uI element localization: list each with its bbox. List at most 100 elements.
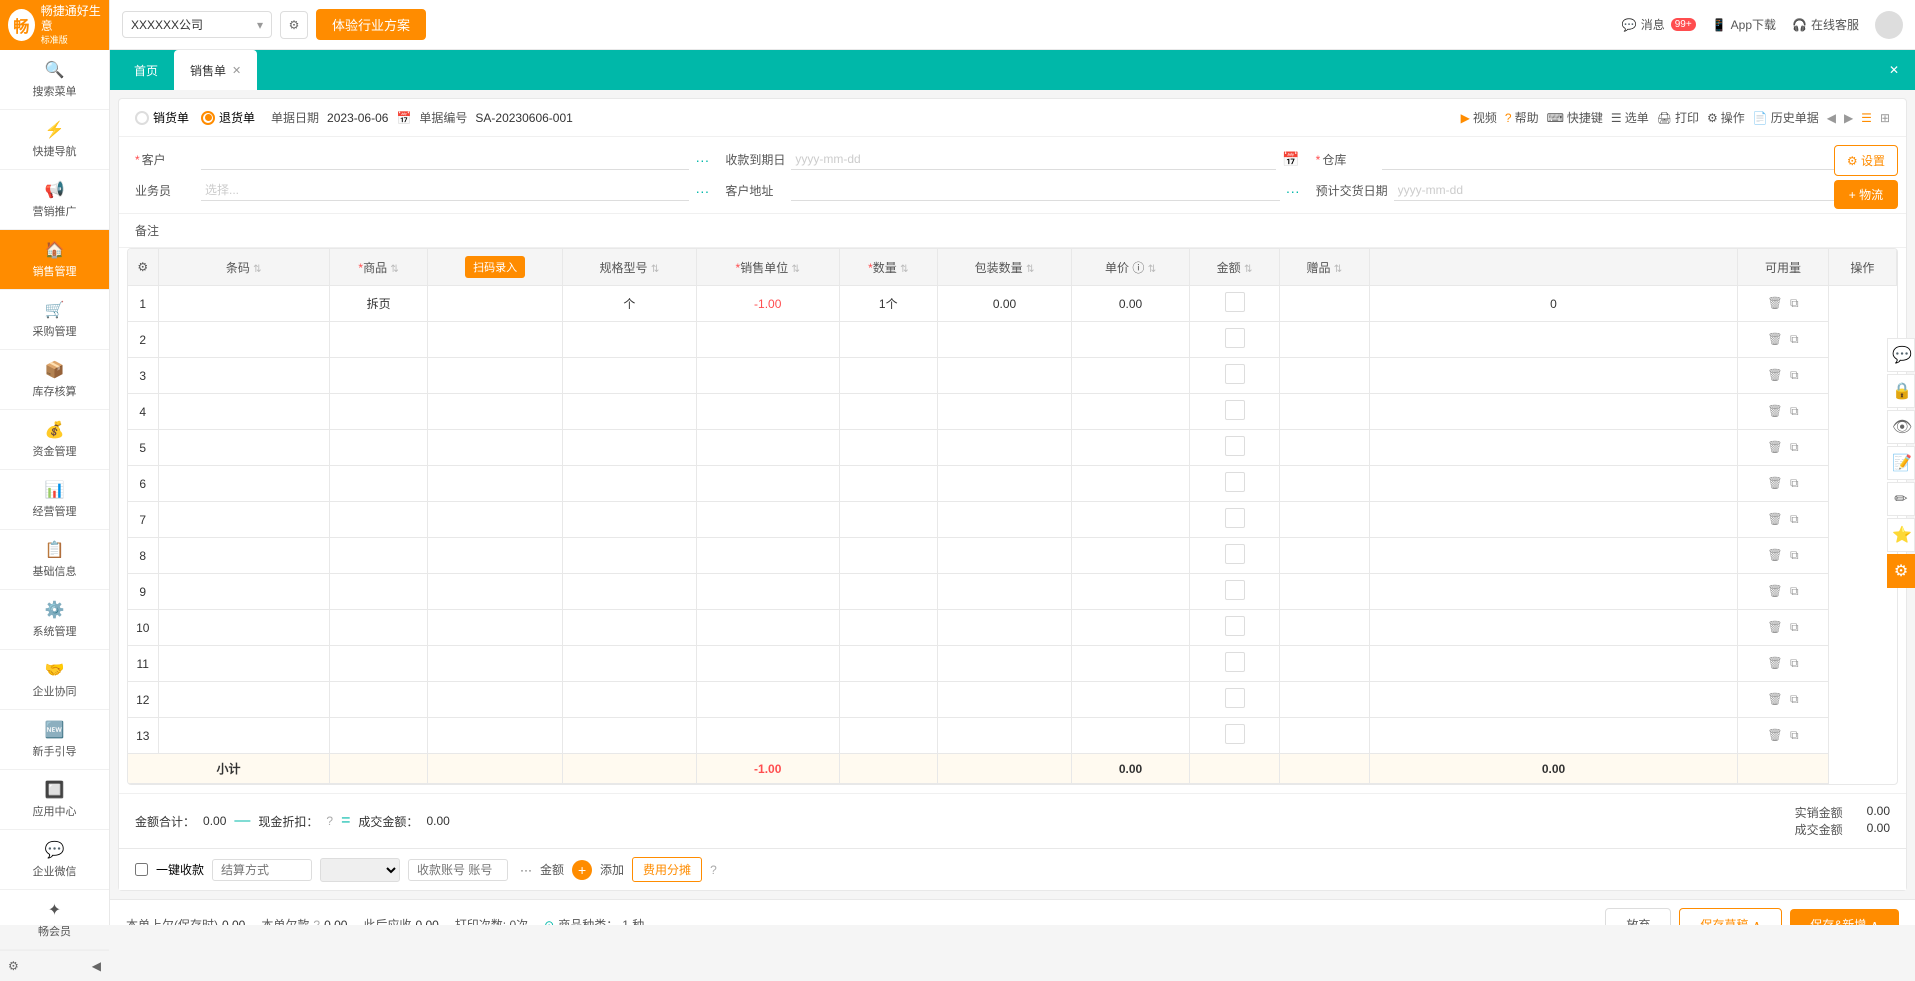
settings-bottom-icon[interactable]: ⚙ bbox=[8, 959, 19, 973]
cell-product[interactable] bbox=[329, 718, 427, 754]
sidebar-item-quicknav[interactable]: ⚡ 快捷导航 bbox=[0, 110, 109, 170]
copy-row-icon[interactable]: ⧉ bbox=[1790, 620, 1799, 634]
delete-row-icon[interactable]: 🗑 bbox=[1767, 440, 1782, 454]
barcode-input[interactable] bbox=[204, 369, 284, 383]
barcode-input[interactable] bbox=[204, 549, 284, 563]
copy-row-icon[interactable]: ⧉ bbox=[1790, 584, 1799, 598]
gift-checkbox[interactable] bbox=[1225, 472, 1245, 492]
select-action[interactable]: ☰ 选单 bbox=[1611, 109, 1649, 126]
cell-amount[interactable] bbox=[1072, 538, 1190, 574]
cell-price[interactable] bbox=[937, 610, 1071, 646]
cell-pack-qty[interactable] bbox=[839, 574, 937, 610]
logistics-button[interactable]: + 物流 bbox=[1834, 180, 1898, 209]
copy-row-icon[interactable]: ⧉ bbox=[1790, 656, 1799, 670]
cell-amount[interactable] bbox=[1072, 430, 1190, 466]
cell-pack-qty[interactable]: 1个 bbox=[839, 286, 937, 322]
sidebar-item-guide[interactable]: 🆕 新手引导 bbox=[0, 710, 109, 770]
layout-grid-icon[interactable]: ⊞ bbox=[1880, 111, 1890, 125]
cell-unit[interactable] bbox=[562, 394, 696, 430]
payment-method-select[interactable] bbox=[320, 858, 400, 882]
cell-barcode[interactable] bbox=[158, 358, 329, 394]
company-selector[interactable]: XXXXXX公司 ▾ bbox=[122, 11, 272, 38]
delete-row-icon[interactable]: 🗑 bbox=[1767, 692, 1782, 706]
cell-qty[interactable] bbox=[696, 466, 839, 502]
col-settings[interactable]: ⚙ bbox=[128, 249, 158, 286]
cell-amount[interactable] bbox=[1072, 574, 1190, 610]
warehouse-input[interactable]: 建材仓 bbox=[1382, 149, 1870, 170]
cell-product[interactable] bbox=[329, 322, 427, 358]
cell-pack-qty[interactable] bbox=[839, 682, 937, 718]
cell-amount[interactable] bbox=[1072, 394, 1190, 430]
copy-row-icon[interactable]: ⧉ bbox=[1790, 512, 1799, 526]
salesman-input[interactable] bbox=[201, 180, 689, 201]
cell-price[interactable] bbox=[937, 538, 1071, 574]
cell-unit[interactable] bbox=[562, 538, 696, 574]
barcode-input[interactable] bbox=[204, 441, 284, 455]
gift-checkbox[interactable] bbox=[1225, 292, 1245, 312]
cell-unit[interactable] bbox=[562, 358, 696, 394]
gift-checkbox[interactable] bbox=[1225, 436, 1245, 456]
cell-price[interactable] bbox=[937, 718, 1071, 754]
sidebar-item-business[interactable]: 📊 经营管理 bbox=[0, 470, 109, 530]
shortcut-action[interactable]: ⌨ 快捷键 bbox=[1547, 109, 1603, 126]
gift-checkbox[interactable] bbox=[1225, 688, 1245, 708]
copy-row-icon[interactable]: ⧉ bbox=[1790, 332, 1799, 346]
delete-row-icon[interactable]: 🗑 bbox=[1767, 368, 1782, 382]
cell-price[interactable]: 0.00 bbox=[937, 286, 1071, 322]
cell-qty[interactable] bbox=[696, 358, 839, 394]
sidebar-item-apps[interactable]: 🔲 应用中心 bbox=[0, 770, 109, 830]
cell-price[interactable] bbox=[937, 502, 1071, 538]
close-tab-button[interactable]: ✕ bbox=[1881, 63, 1907, 77]
customer-input[interactable] bbox=[201, 149, 689, 170]
cell-product[interactable] bbox=[329, 610, 427, 646]
cell-product[interactable]: 拆页 bbox=[329, 286, 427, 322]
collapse-icon[interactable]: ◀ bbox=[92, 959, 101, 973]
cell-unit[interactable] bbox=[562, 610, 696, 646]
video-action[interactable]: ▶ 视频 bbox=[1461, 109, 1497, 126]
cell-amount[interactable] bbox=[1072, 466, 1190, 502]
delete-row-icon[interactable]: 🗑 bbox=[1767, 548, 1782, 562]
cell-spec[interactable] bbox=[428, 286, 563, 322]
cell-spec[interactable] bbox=[428, 718, 563, 754]
cell-amount[interactable] bbox=[1072, 646, 1190, 682]
one-click-checkbox[interactable] bbox=[135, 863, 148, 876]
cell-barcode[interactable] bbox=[158, 574, 329, 610]
cell-qty[interactable] bbox=[696, 502, 839, 538]
cell-pack-qty[interactable] bbox=[839, 718, 937, 754]
cell-unit[interactable] bbox=[562, 430, 696, 466]
barcode-input[interactable] bbox=[204, 513, 284, 527]
customer-addr-input[interactable] bbox=[791, 180, 1279, 201]
cell-pack-qty[interactable] bbox=[839, 394, 937, 430]
copy-row-icon[interactable]: ⧉ bbox=[1790, 548, 1799, 562]
message-button[interactable]: 💬 消息 99+ bbox=[1622, 16, 1696, 33]
cell-price[interactable] bbox=[937, 430, 1071, 466]
barcode-input[interactable] bbox=[204, 729, 284, 743]
cell-spec[interactable] bbox=[428, 322, 563, 358]
cell-spec[interactable] bbox=[428, 574, 563, 610]
cell-barcode[interactable] bbox=[158, 646, 329, 682]
calendar-icon[interactable]: 📅 bbox=[396, 111, 411, 125]
sidebar-item-search[interactable]: 🔍 搜索菜单 bbox=[0, 50, 109, 110]
nav-next-icon[interactable]: ▶ bbox=[1844, 111, 1853, 125]
cell-qty[interactable] bbox=[696, 610, 839, 646]
cell-amount[interactable] bbox=[1072, 322, 1190, 358]
cell-product[interactable] bbox=[329, 682, 427, 718]
delete-row-icon[interactable]: 🗑 bbox=[1767, 728, 1782, 742]
copy-row-icon[interactable]: ⧉ bbox=[1790, 692, 1799, 706]
tab-close-icon[interactable]: ✕ bbox=[232, 64, 241, 77]
cell-spec[interactable] bbox=[428, 538, 563, 574]
copy-row-icon[interactable]: ⧉ bbox=[1790, 728, 1799, 742]
cell-qty[interactable] bbox=[696, 394, 839, 430]
rp-settings-icon[interactable]: ⚙ bbox=[1887, 554, 1915, 588]
cell-barcode[interactable] bbox=[158, 466, 329, 502]
cell-product[interactable] bbox=[329, 538, 427, 574]
app-download-button[interactable]: 📱 App下载 bbox=[1712, 16, 1776, 33]
cell-gift[interactable] bbox=[1190, 502, 1280, 538]
cell-amount[interactable] bbox=[1072, 358, 1190, 394]
copy-row-icon[interactable]: ⧉ bbox=[1790, 440, 1799, 454]
cell-product[interactable] bbox=[329, 646, 427, 682]
cell-gift[interactable] bbox=[1190, 286, 1280, 322]
gift-checkbox[interactable] bbox=[1225, 364, 1245, 384]
sidebar-item-purchase[interactable]: 🛒 采购管理 bbox=[0, 290, 109, 350]
barcode-input[interactable] bbox=[204, 333, 284, 347]
